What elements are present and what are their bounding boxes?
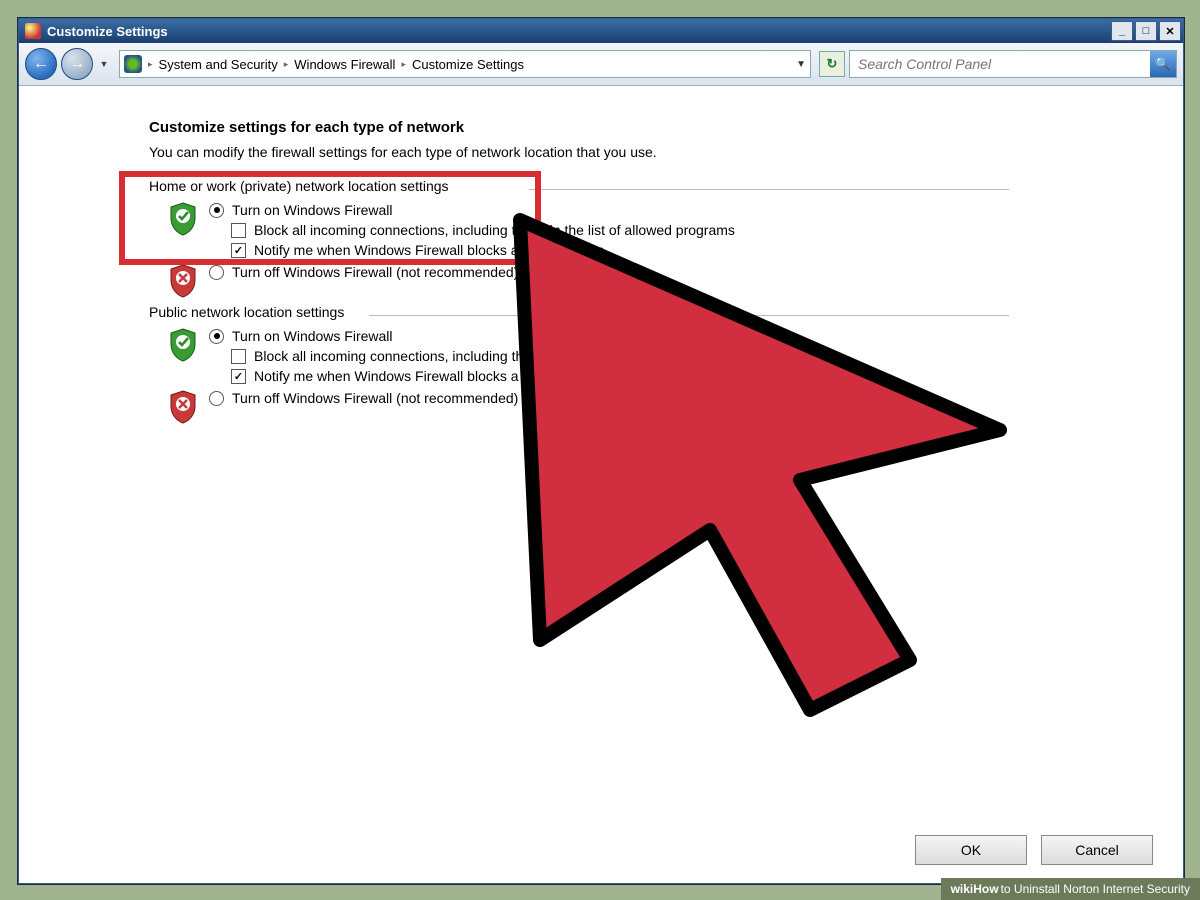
shield-ok-icon (169, 328, 197, 362)
breadcrumb-item[interactable]: Windows Firewall (294, 57, 395, 72)
content-pane: Customize settings for each type of netw… (149, 119, 1143, 430)
chevron-right-icon: ▸ (401, 59, 406, 70)
radio-label: Turn off Windows Firewall (not recommend… (232, 264, 518, 280)
maximize-button[interactable]: □ (1135, 21, 1157, 41)
divider (529, 188, 1009, 190)
radio-label: Turn on Windows Firewall (232, 202, 393, 218)
checkbox-label: Notify me when Windows Firewall blocks a… (254, 242, 604, 258)
minimize-button[interactable]: _ (1111, 21, 1133, 41)
navbar: ← → ▼ ▸ System and Security ▸ Windows Fi… (19, 43, 1183, 86)
cancel-button[interactable]: Cancel (1041, 835, 1153, 865)
firewall-icon (25, 23, 41, 39)
chevron-right-icon: ▸ (284, 59, 289, 70)
checkbox-block-private[interactable] (231, 223, 246, 238)
shield-ok-icon (169, 202, 197, 236)
checkbox-label: Notify me when Windows Firewall blocks a… (254, 368, 604, 384)
search-icon[interactable]: 🔍 (1150, 51, 1176, 77)
address-dropdown-icon[interactable]: ▼ (796, 59, 806, 70)
divider (369, 314, 1009, 316)
search-input[interactable] (856, 55, 1150, 73)
wikihow-caption: to Uninstall Norton Internet Security (1001, 882, 1190, 896)
window-frame: Customize Settings _ □ ✕ ← → ▼ ▸ System … (18, 18, 1184, 884)
button-bar: OK Cancel (915, 835, 1153, 865)
section-title-private: Home or work (private) network location … (149, 178, 1143, 194)
back-button[interactable]: ← (25, 48, 57, 80)
wikihow-brand: wikiHow (951, 882, 999, 896)
chevron-right-icon: ▸ (148, 59, 153, 70)
control-panel-icon (124, 55, 142, 73)
checkbox-notify-private[interactable]: ✓ (231, 243, 246, 258)
address-bar[interactable]: ▸ System and Security ▸ Windows Firewall… (119, 50, 811, 78)
section-title-public: Public network location settings (149, 304, 1143, 320)
checkbox-block-public[interactable] (231, 349, 246, 364)
radio-turn-on-private[interactable] (209, 203, 224, 218)
checkbox-label: Block all incoming connections, includin… (254, 222, 735, 238)
ok-button[interactable]: OK (915, 835, 1027, 865)
forward-button[interactable]: → (61, 48, 93, 80)
page-description: You can modify the firewall settings for… (149, 144, 1143, 160)
radio-label: Turn on Windows Firewall (232, 328, 393, 344)
radio-label: Turn off Windows Firewall (not recommend… (232, 390, 518, 406)
checkbox-notify-public[interactable]: ✓ (231, 369, 246, 384)
shield-off-icon (169, 264, 197, 298)
radio-turn-off-public[interactable] (209, 391, 224, 406)
refresh-button[interactable]: ↻ (819, 51, 845, 77)
breadcrumb-item[interactable]: Customize Settings (412, 57, 524, 72)
wikihow-footer: wikiHow to Uninstall Norton Internet Sec… (941, 878, 1200, 900)
shield-off-icon (169, 390, 197, 424)
radio-turn-off-private[interactable] (209, 265, 224, 280)
window-title: Customize Settings (47, 24, 168, 39)
checkbox-label: Block all incoming connections, includin… (254, 348, 735, 364)
page-heading: Customize settings for each type of netw… (149, 119, 1143, 136)
titlebar: Customize Settings _ □ ✕ (19, 19, 1183, 43)
breadcrumb-item[interactable]: System and Security (159, 57, 278, 72)
history-dropdown[interactable]: ▼ (97, 49, 111, 79)
search-box[interactable]: 🔍 (849, 50, 1177, 78)
radio-turn-on-public[interactable] (209, 329, 224, 344)
close-button[interactable]: ✕ (1159, 21, 1181, 41)
